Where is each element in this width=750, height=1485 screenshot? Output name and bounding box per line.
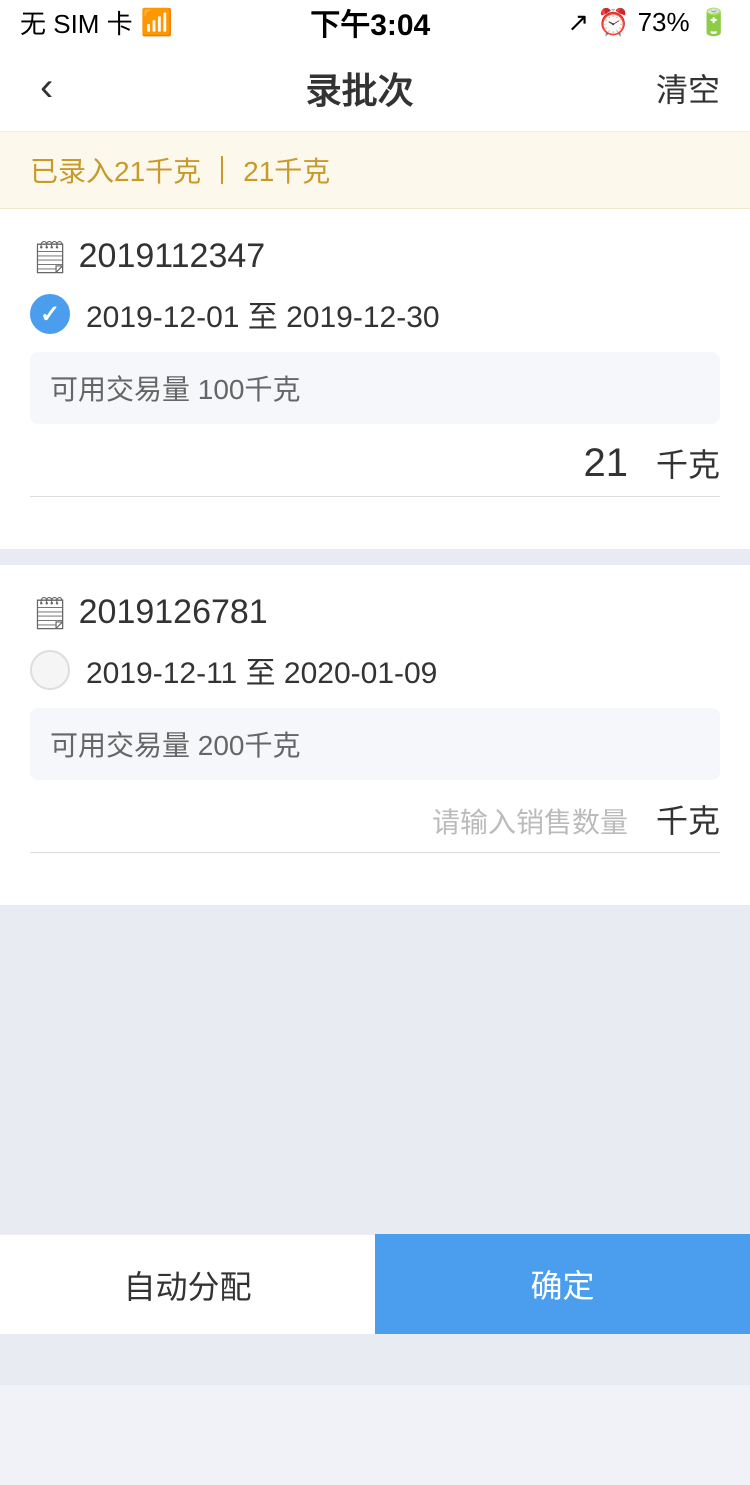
batch-1-quantity-value: 21: [548, 441, 628, 486]
batch-card-1-inner: 🗒 2019112347 2019-12-01 至 2019-12-30 可用交…: [0, 209, 750, 424]
batch-1-id: 2019112347: [79, 237, 266, 276]
nav-bar: ‹ 录批次 清空: [0, 44, 750, 132]
alarm-icon: ⏰: [597, 7, 629, 38]
batch-1-icon: 🗒: [30, 238, 71, 276]
batch-1-header: 🗒 2019112347: [30, 237, 720, 276]
batch-2-id: 2019126781: [79, 593, 268, 632]
batch-2-header: 🗒 2019126781: [30, 593, 720, 632]
batch-2-unit: 千克: [656, 796, 720, 842]
battery-label: 73%: [638, 7, 690, 38]
recorded-label: 已录入21千克: [30, 150, 201, 190]
batch-card-1: 🗒 2019112347 2019-12-01 至 2019-12-30 可用交…: [0, 209, 750, 549]
batch-2-date: 2019-12-11 至 2020-01-09: [86, 648, 437, 692]
card-separator-1: [0, 549, 750, 565]
batch-1-quantity-display: 21 千克: [30, 440, 720, 497]
batch-2-placeholder: 请输入销售数量: [432, 801, 628, 841]
location-icon: ↗: [567, 7, 589, 38]
status-bar: 无 SIM 卡 📶 下午3:04 ↗ ⏰ 73% 🔋: [0, 0, 750, 44]
batch-2-icon: 🗒: [30, 594, 71, 632]
no-sim-label: 无 SIM 卡: [20, 4, 133, 41]
batch-1-quantity-row: 21 千克: [0, 424, 750, 521]
wifi-icon: 📶: [141, 7, 173, 38]
batch-1-radio[interactable]: [30, 294, 70, 334]
batch-1-date: 2019-12-01 至 2019-12-30: [86, 292, 440, 336]
banner-divider: [221, 156, 223, 184]
back-button[interactable]: ‹: [30, 55, 63, 120]
recorded-value: 21千克: [243, 150, 330, 190]
status-right: ↗ ⏰ 73% 🔋: [567, 7, 730, 38]
batch-card-2-inner: 🗒 2019126781 2019-12-11 至 2020-01-09 可用交…: [0, 565, 750, 780]
batch-2-date-row: 2019-12-11 至 2020-01-09: [30, 648, 720, 692]
auto-distribute-button[interactable]: 自动分配: [0, 1234, 375, 1334]
page-title: 录批次: [306, 62, 414, 114]
clear-button[interactable]: 清空: [656, 65, 720, 111]
batch-1-unit: 千克: [656, 440, 720, 486]
batch-2-quantity-row: 请输入销售数量 千克: [0, 780, 750, 877]
batch-card-2: 🗒 2019126781 2019-12-11 至 2020-01-09 可用交…: [0, 565, 750, 905]
bottom-bar: 自动分配 确定: [0, 1234, 750, 1334]
batch-1-date-row: 2019-12-01 至 2019-12-30: [30, 292, 720, 336]
batch-1-available: 可用交易量 100千克: [30, 352, 720, 424]
status-time: 下午3:04: [310, 0, 430, 44]
batch-2-radio[interactable]: [30, 650, 70, 690]
battery-icon: 🔋: [698, 7, 730, 38]
confirm-button[interactable]: 确定: [375, 1234, 750, 1334]
batch-2-quantity-display: 请输入销售数量 千克: [30, 796, 720, 853]
status-left: 无 SIM 卡 📶: [20, 4, 173, 41]
batch-2-available: 可用交易量 200千克: [30, 708, 720, 780]
info-banner: 已录入21千克 21千克: [0, 132, 750, 209]
